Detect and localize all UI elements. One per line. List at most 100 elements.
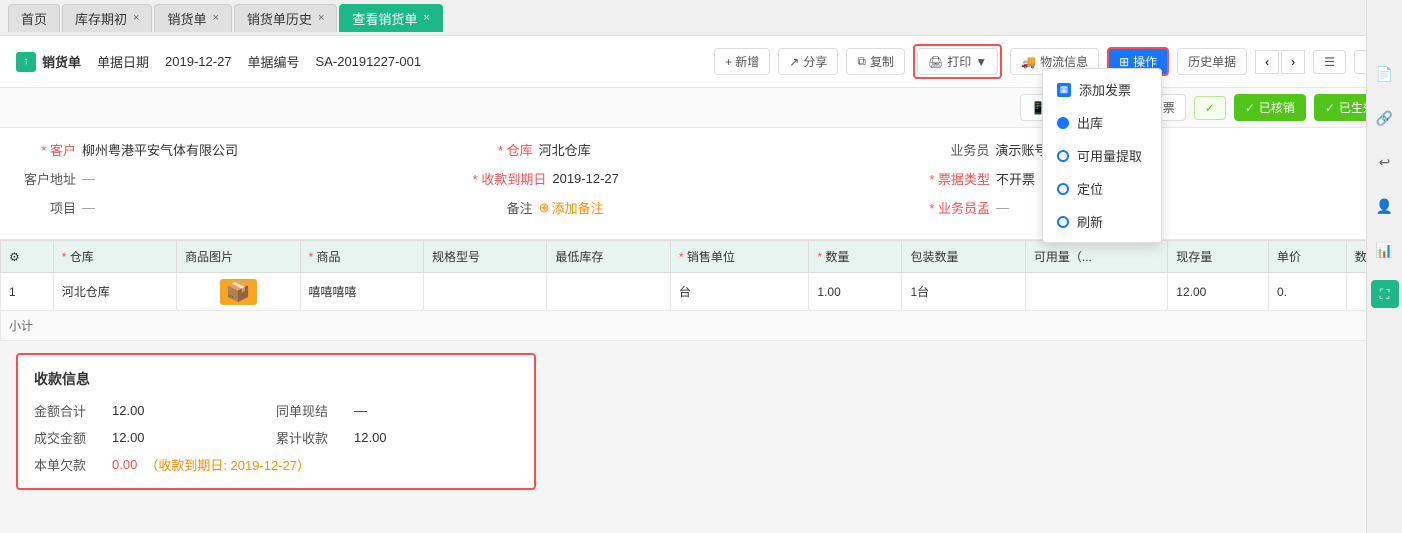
tab-inventory-close[interactable]: ×	[133, 12, 139, 24]
row-unit: 台	[670, 273, 809, 311]
sidebar-icon-3[interactable]: ↩	[1371, 148, 1399, 176]
tab-sales-history-label: 销货单历史	[247, 9, 312, 28]
warehouse-label: 仓库	[473, 140, 533, 159]
form-row-1: 客户 柳州粤港平安气体有限公司 仓库 河北仓库 业务员 演示账号	[16, 140, 1386, 159]
products-table: ⚙ * 仓库 商品图片 * 商品 规格型号 最低库存 * 销售单位 * 数量 包…	[0, 240, 1402, 341]
note-add[interactable]: ⊕ 添加备注	[539, 198, 604, 217]
due-date-label: 收款到期日	[473, 169, 547, 188]
view-toggle-list[interactable]: ☰	[1313, 50, 1346, 74]
balance-row: 本单欠款 0.00 （收款到期日: 2019-12-27）	[34, 455, 518, 474]
sidebar-icon-1[interactable]: 📄	[1371, 60, 1399, 88]
dropdown-available-qty[interactable]: 可用量提取	[1043, 139, 1161, 172]
tab-sales-history[interactable]: 销货单历史 ×	[234, 4, 337, 32]
dropdown-ship-out[interactable]: 出库	[1043, 106, 1161, 139]
warehouse-field: 仓库 河北仓库	[473, 140, 930, 159]
col-warehouse: * 仓库	[53, 241, 176, 273]
table-header-row: ⚙ * 仓库 商品图片 * 商品 规格型号 最低库存 * 销售单位 * 数量 包…	[1, 241, 1402, 273]
warehouse-value: 河北仓库	[539, 140, 591, 159]
locate-icon	[1057, 183, 1069, 195]
col-stock: 现存量	[1168, 241, 1269, 273]
form-row-2: 客户地址 — 收款到期日 2019-12-27 票据类型 不开票	[16, 169, 1386, 188]
row-pack: 1台	[902, 273, 1025, 311]
print-highlight: 🖨 打印 ▼	[913, 44, 1002, 79]
refresh-icon	[1057, 216, 1069, 228]
project-value: —	[82, 200, 95, 215]
dropdown-refresh[interactable]: 刷新	[1043, 205, 1161, 238]
sidebar-icon-4[interactable]: 👤	[1371, 192, 1399, 220]
sidebar-icon-2[interactable]: 🔗	[1371, 104, 1399, 132]
sidebar-icon-5[interactable]: 📊	[1371, 236, 1399, 264]
share-button[interactable]: ↗ 分享	[778, 48, 838, 75]
tab-view-sales-close[interactable]: ×	[423, 12, 429, 24]
tab-home[interactable]: 首页	[8, 4, 60, 32]
copy-button[interactable]: ⧉ 复制	[846, 48, 905, 75]
col-image: 商品图片	[177, 241, 300, 273]
doc-type-icon: ↑	[16, 52, 36, 72]
no-label: 单据编号	[248, 52, 300, 71]
customer-value: 柳州粤港平安气体有限公司	[82, 140, 238, 159]
tab-sales-history-close[interactable]: ×	[318, 12, 324, 24]
sales-staff-value: —	[996, 200, 1009, 215]
tab-view-sales[interactable]: 查看销货单 ×	[339, 4, 442, 32]
due-date-value: 2019-12-27	[552, 171, 619, 186]
tab-inventory[interactable]: 库存期初 ×	[62, 4, 152, 32]
prev-button[interactable]: ‹	[1255, 50, 1279, 74]
row-warehouse: 河北仓库	[53, 273, 176, 311]
next-button[interactable]: ›	[1281, 50, 1305, 74]
subtotal-label: 小计	[1, 311, 1402, 341]
cumulative-label: 累计收款	[276, 428, 346, 447]
amount-row: 金额合计 12.00	[34, 401, 276, 420]
transaction-value: 12.00	[112, 430, 145, 445]
balance-value: 0.00	[112, 457, 137, 472]
tab-sales-close[interactable]: ×	[212, 12, 218, 24]
due-date-field: 收款到期日 2019-12-27	[473, 169, 930, 188]
doc-type: ↑ 销货单	[16, 52, 81, 72]
sidebar-icon-fullscreen[interactable]: ⛶	[1371, 280, 1399, 308]
done-button[interactable]: ✓ ✓	[1194, 96, 1226, 120]
col-settings[interactable]: ⚙	[1, 241, 54, 273]
ticket-value: 不开票	[996, 169, 1035, 188]
tab-inventory-label: 库存期初	[75, 9, 127, 28]
print-icon: 🖨	[928, 55, 943, 69]
print-button[interactable]: 🖨 打印 ▼	[917, 48, 998, 75]
dropdown-add-invoice[interactable]: ▦ 添加发票	[1043, 73, 1161, 106]
share-icon: ↗	[789, 55, 799, 69]
sales-staff-label: 业务员孟	[929, 198, 990, 217]
doc-type-label: 销货单	[42, 52, 81, 71]
col-unit: * 销售单位	[670, 241, 809, 273]
project-label: 项目	[16, 198, 76, 217]
same-order-row: 同单现结 —	[276, 401, 518, 420]
row-product: 嘻嘻嘻嘻	[300, 273, 423, 311]
ship-out-icon	[1057, 117, 1069, 129]
same-order-value: —	[354, 403, 367, 418]
table-wrapper: ⚙ * 仓库 商品图片 * 商品 规格型号 最低库存 * 销售单位 * 数量 包…	[0, 239, 1402, 341]
col-available: 可用量（...	[1025, 241, 1167, 273]
dropdown-locate[interactable]: 定位	[1043, 172, 1161, 205]
doc-meta: 单据日期 2019-12-27 单据编号 SA-20191227-001	[97, 52, 421, 71]
add-button[interactable]: + 新增	[714, 48, 770, 75]
sold-out-button[interactable]: ✓ 已核销	[1234, 94, 1306, 121]
amount-label: 金额合计	[34, 401, 104, 420]
tab-sales[interactable]: 销货单 ×	[154, 4, 231, 32]
cumulative-row: 累计收款 12.00	[276, 428, 518, 447]
col-spec: 规格型号	[423, 241, 546, 273]
add-note-icon: ⊕	[539, 200, 550, 216]
transaction-row: 成交金额 12.00	[34, 428, 276, 447]
ship-out-label: 出库	[1077, 113, 1103, 132]
row-quantity: 1.00	[809, 273, 902, 311]
effective-icon: ✓	[1325, 101, 1335, 115]
subtotal-row: 小计	[1, 311, 1402, 341]
row-image: 📦	[177, 273, 300, 311]
note-field: 备注 ⊕ 添加备注	[473, 198, 930, 217]
toolbar-row: 📱 来自手机 ○ 未开票 ✓ ✓ ✓ 已核销 ✓ 已生效	[0, 88, 1402, 128]
amount-value: 12.00	[112, 403, 145, 418]
col-pack: 包装数量	[902, 241, 1025, 273]
available-qty-icon	[1057, 150, 1069, 162]
settings-icon: ⚙	[9, 250, 20, 264]
payment-title: 收款信息	[34, 369, 518, 389]
form-area: 客户 柳州粤港平安气体有限公司 仓库 河北仓库 业务员 演示账号 客户地址	[0, 128, 1402, 239]
address-label: 客户地址	[16, 169, 76, 188]
date-label: 单据日期	[97, 52, 149, 71]
history-button[interactable]: 历史单据	[1177, 48, 1247, 75]
operations-icon: ⊞	[1119, 55, 1129, 69]
